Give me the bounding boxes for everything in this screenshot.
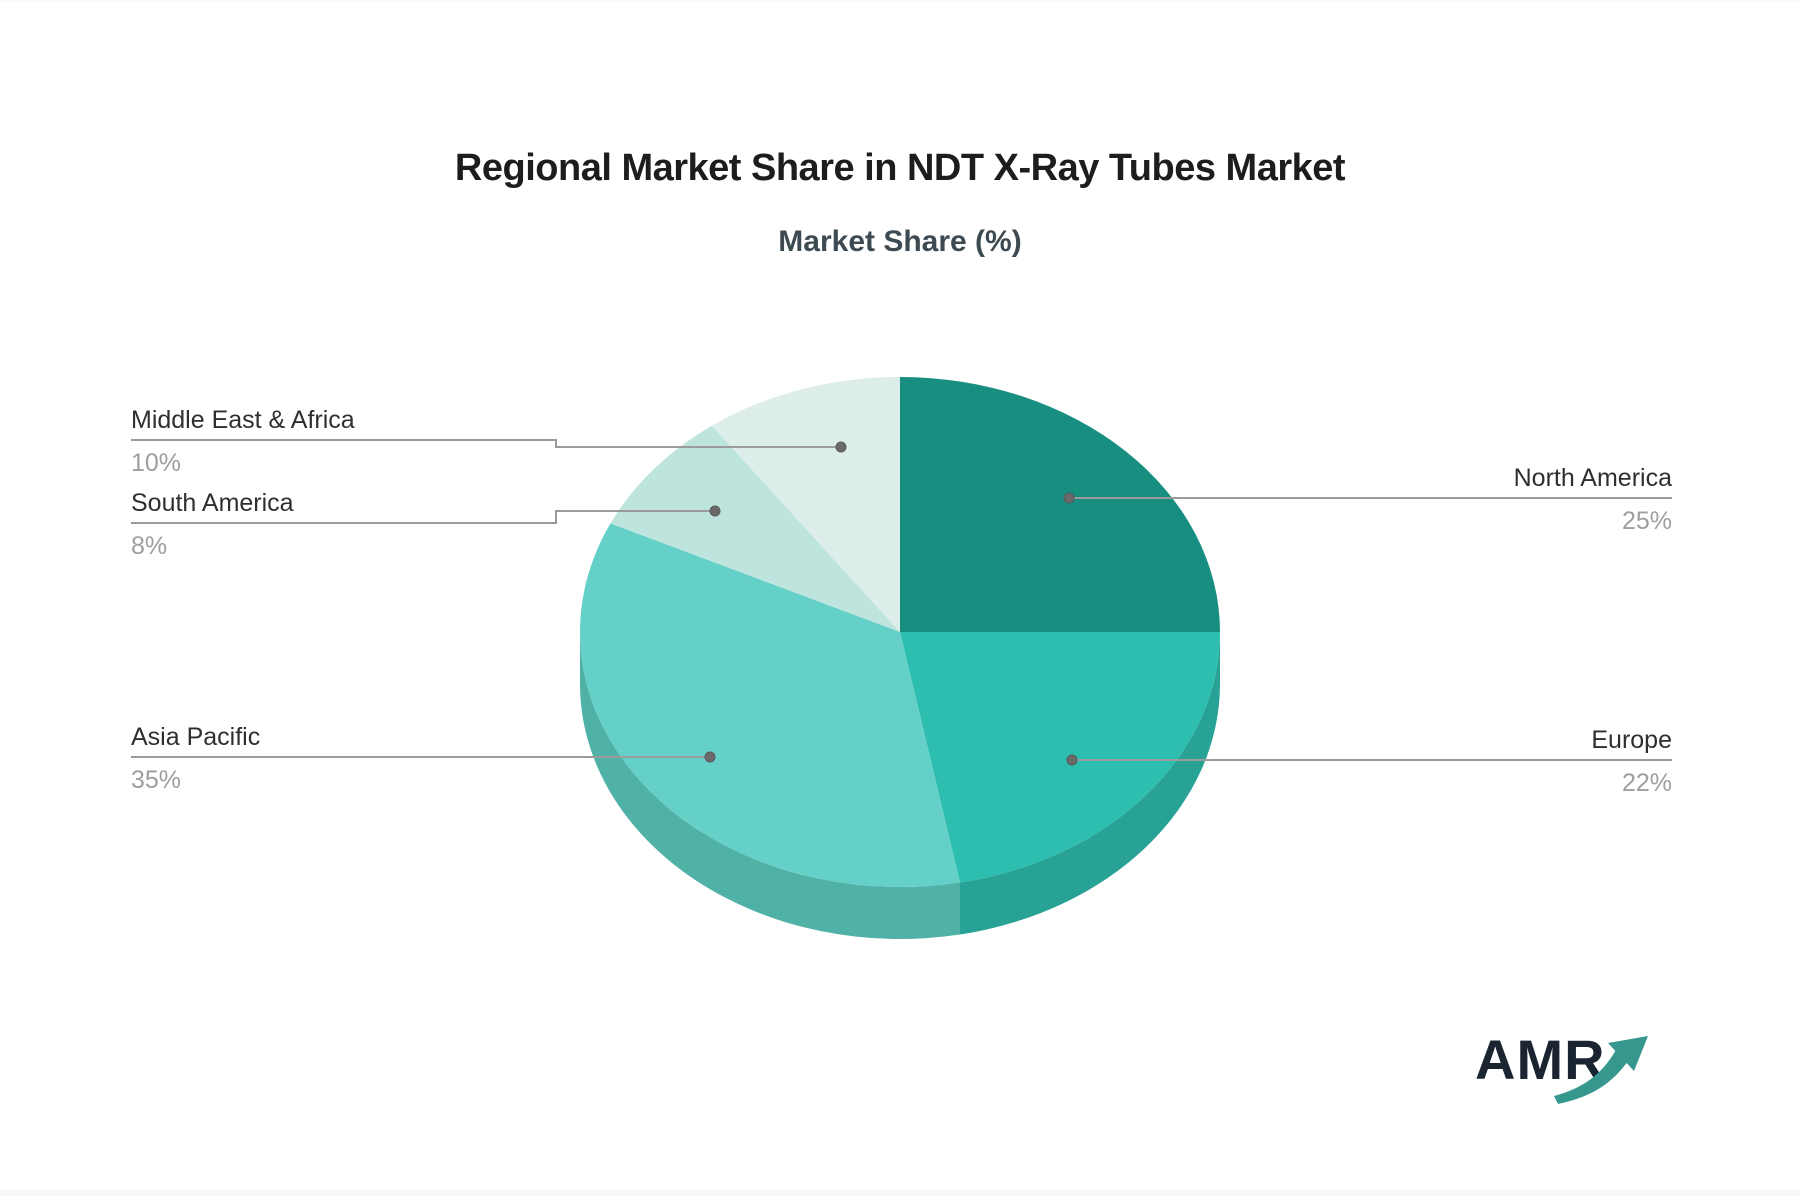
callout-europe: Europe 22%	[1192, 725, 1672, 798]
bottom-edge-strip	[0, 1190, 1800, 1196]
callout-middle-east-africa: Middle East & Africa 10%	[131, 405, 611, 478]
anchor-dot-asia-pacific	[705, 752, 715, 762]
callout-north-america: North America 25%	[1192, 463, 1672, 536]
chart-page: Regional Market Share in NDT X-Ray Tubes…	[0, 0, 1800, 1196]
slice-percent-europe: 22%	[1192, 768, 1672, 798]
slice-label-europe: Europe	[1192, 725, 1672, 755]
brand-logo-arrow-icon	[1470, 1030, 1670, 1120]
slice-label-north-america: North America	[1192, 463, 1672, 493]
slice-label-south-america: South America	[131, 488, 611, 518]
anchor-dot-middle-east-africa	[836, 442, 846, 452]
pie-chart-canvas	[0, 0, 1800, 1196]
pie-slice-north-america[interactable]	[900, 377, 1220, 632]
slice-percent-middle-east-africa: 10%	[131, 448, 611, 478]
slice-percent-south-america: 8%	[131, 531, 611, 561]
anchor-dot-south-america	[710, 506, 720, 516]
slice-label-middle-east-africa: Middle East & Africa	[131, 405, 611, 435]
slice-label-asia-pacific: Asia Pacific	[131, 722, 611, 752]
slice-percent-north-america: 25%	[1192, 506, 1672, 536]
slice-percent-asia-pacific: 35%	[131, 765, 611, 795]
anchor-dot-north-america	[1064, 493, 1074, 503]
callout-south-america: South America 8%	[131, 488, 611, 561]
callout-asia-pacific: Asia Pacific 35%	[131, 722, 611, 795]
brand-logo: AMR	[1470, 1030, 1670, 1120]
anchor-dot-europe	[1067, 755, 1077, 765]
